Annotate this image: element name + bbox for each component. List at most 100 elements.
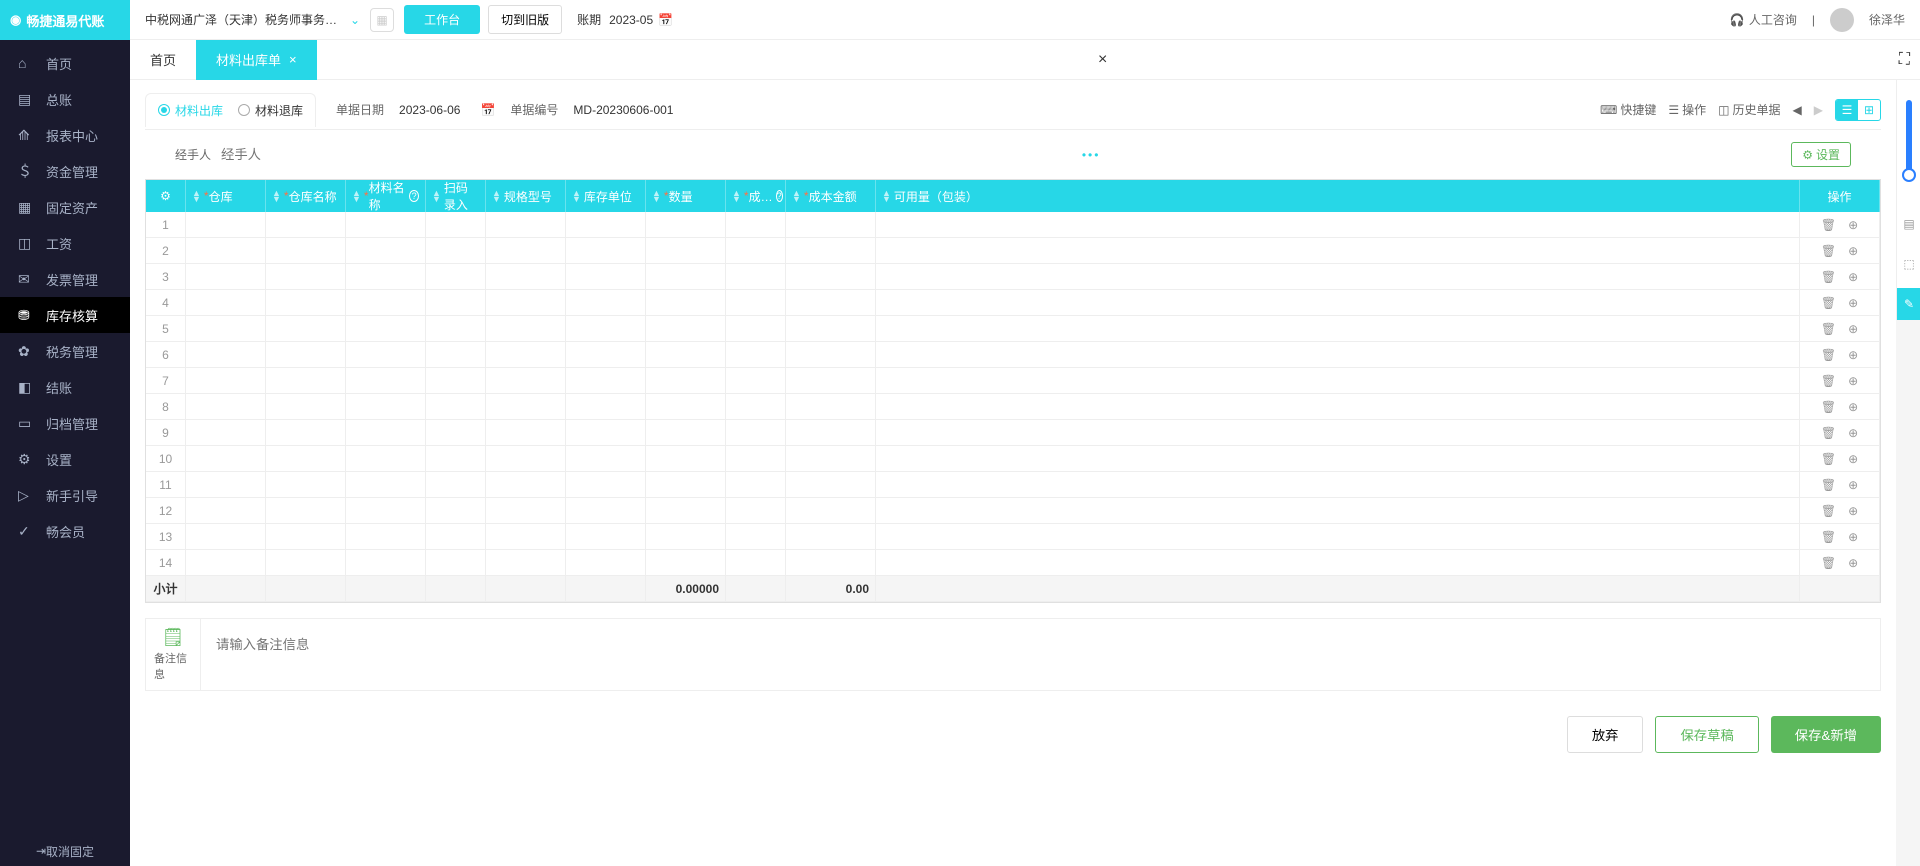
add-icon[interactable]: ⊕ — [1848, 270, 1858, 284]
cell[interactable] — [566, 394, 646, 419]
add-icon[interactable]: ⊕ — [1848, 478, 1858, 492]
cell[interactable] — [266, 550, 346, 575]
delete-icon[interactable]: 🗑 — [1821, 452, 1836, 466]
delete-icon[interactable]: 🗑 — [1821, 296, 1836, 310]
chevron-down-icon[interactable]: ⌄ — [350, 13, 360, 27]
sidebar-item-11[interactable]: ⚙设置 — [0, 441, 130, 477]
save-new-button[interactable]: 保存&新增 — [1771, 716, 1881, 753]
add-icon[interactable]: ⊕ — [1848, 322, 1858, 336]
next-icon[interactable]: ▶ — [1814, 103, 1823, 117]
cell[interactable] — [726, 550, 786, 575]
delete-icon[interactable]: 🗑 — [1821, 322, 1836, 336]
cell[interactable] — [786, 264, 876, 289]
cell[interactable] — [346, 212, 426, 237]
radio-1[interactable]: 材料退库 — [238, 102, 303, 119]
cell[interactable] — [566, 420, 646, 445]
cell[interactable] — [486, 212, 566, 237]
cell[interactable] — [486, 290, 566, 315]
company-selector[interactable]: 中税网通广泽（天津）税务师事务所有… — [145, 11, 345, 28]
delete-icon[interactable]: 🗑 — [1821, 504, 1836, 518]
table-row[interactable]: 14🗑⊕ — [146, 550, 1880, 576]
cell[interactable] — [426, 238, 486, 263]
cell[interactable] — [426, 212, 486, 237]
calendar-icon[interactable]: 📅 — [658, 13, 673, 27]
sidebar-item-1[interactable]: ▤总账 — [0, 81, 130, 117]
cell[interactable] — [266, 368, 346, 393]
cell[interactable] — [876, 420, 1800, 445]
sidebar-item-4[interactable]: ▦固定资产 — [0, 189, 130, 225]
cell[interactable] — [186, 212, 266, 237]
cell[interactable] — [566, 368, 646, 393]
cell[interactable] — [426, 264, 486, 289]
close-icon[interactable]: × — [289, 52, 297, 67]
cell[interactable] — [346, 420, 426, 445]
cell[interactable] — [486, 550, 566, 575]
cell[interactable] — [646, 472, 726, 497]
cell[interactable] — [266, 316, 346, 341]
cell[interactable] — [876, 368, 1800, 393]
table-row[interactable]: 11🗑⊕ — [146, 472, 1880, 498]
cell[interactable] — [566, 446, 646, 471]
cell[interactable] — [346, 524, 426, 549]
table-row[interactable]: 5🗑⊕ — [146, 316, 1880, 342]
cell[interactable] — [786, 420, 876, 445]
cell[interactable] — [646, 212, 726, 237]
cell[interactable] — [186, 550, 266, 575]
cell[interactable] — [346, 316, 426, 341]
sidebar-item-13[interactable]: ✓畅会员 — [0, 513, 130, 549]
cell[interactable] — [876, 472, 1800, 497]
cell[interactable] — [186, 316, 266, 341]
cell[interactable] — [566, 238, 646, 263]
cell[interactable] — [486, 316, 566, 341]
save-draft-button[interactable]: 保存草稿 — [1655, 716, 1758, 753]
col-header-2[interactable]: ▲▼*仓库名称 — [266, 180, 346, 212]
cell[interactable] — [566, 264, 646, 289]
sidebar-item-2[interactable]: ⟰报表中心 — [0, 117, 130, 153]
add-icon[interactable]: ⊕ — [1848, 296, 1858, 310]
sidebar-item-9[interactable]: ◧结账 — [0, 369, 130, 405]
cell[interactable] — [186, 498, 266, 523]
delete-icon[interactable]: 🗑 — [1821, 244, 1836, 258]
consult-link[interactable]: 🎧 人工咨询 — [1730, 11, 1797, 28]
cell[interactable] — [566, 290, 646, 315]
sidebar-item-3[interactable]: ＄资金管理 — [0, 153, 130, 189]
cell[interactable] — [786, 368, 876, 393]
cell[interactable] — [566, 524, 646, 549]
sidebar-item-12[interactable]: ▷新手引导 — [0, 477, 130, 513]
cell[interactable] — [426, 550, 486, 575]
cell[interactable] — [726, 212, 786, 237]
history-button[interactable]: ◫历史单据 — [1718, 101, 1780, 118]
rail-doc-icon[interactable]: ▤ — [1897, 208, 1920, 240]
table-row[interactable]: 7🗑⊕ — [146, 368, 1880, 394]
sidebar-item-6[interactable]: ✉发票管理 — [0, 261, 130, 297]
remarks-input[interactable] — [201, 619, 1880, 690]
cell[interactable] — [646, 394, 726, 419]
cell[interactable] — [266, 498, 346, 523]
cell[interactable] — [426, 394, 486, 419]
cell[interactable] — [646, 342, 726, 367]
cell[interactable] — [266, 238, 346, 263]
cell[interactable] — [646, 524, 726, 549]
cell[interactable] — [646, 420, 726, 445]
cell[interactable] — [786, 238, 876, 263]
cell[interactable] — [346, 290, 426, 315]
cell[interactable] — [876, 316, 1800, 341]
cell[interactable] — [876, 342, 1800, 367]
cell[interactable] — [876, 212, 1800, 237]
delete-icon[interactable]: 🗑 — [1821, 478, 1836, 492]
radio-0[interactable]: 材料出库 — [158, 102, 223, 119]
col-header-7[interactable]: ▲▼*数量 — [646, 180, 726, 212]
col-header-11[interactable]: 操作 — [1800, 180, 1880, 212]
period-value[interactable]: 2023-05 — [609, 13, 653, 27]
table-row[interactable]: 4🗑⊕ — [146, 290, 1880, 316]
prev-icon[interactable]: ◀ — [1793, 103, 1802, 117]
add-icon[interactable]: ⊕ — [1848, 426, 1858, 440]
cell[interactable] — [266, 290, 346, 315]
delete-icon[interactable]: 🗑 — [1821, 348, 1836, 362]
col-header-0[interactable]: ⚙ — [146, 180, 186, 212]
table-row[interactable]: 13🗑⊕ — [146, 524, 1880, 550]
delete-icon[interactable]: 🗑 — [1821, 556, 1836, 570]
cell[interactable] — [786, 290, 876, 315]
delete-icon[interactable]: 🗑 — [1821, 400, 1836, 414]
cell[interactable] — [876, 524, 1800, 549]
